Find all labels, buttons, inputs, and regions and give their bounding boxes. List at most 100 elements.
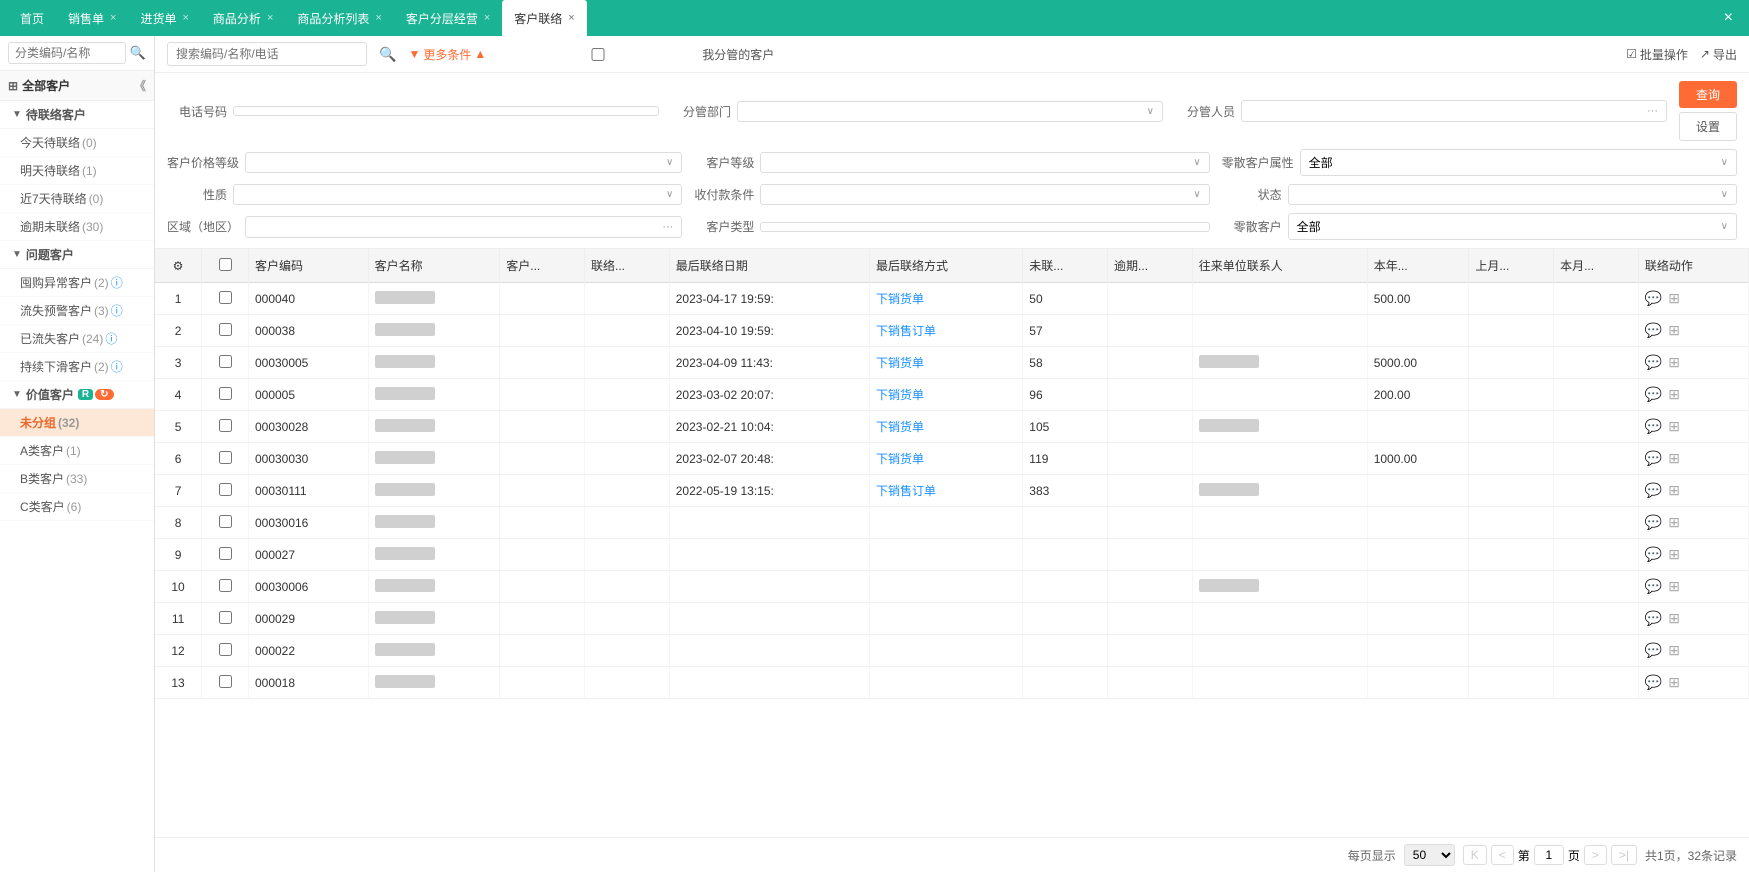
customer-type-input[interactable] — [760, 222, 1209, 232]
chat-icon[interactable]: 💬 — [1645, 514, 1662, 531]
sidebar-item-declining[interactable]: 持续下滑客户 (2) ⓘ — [0, 353, 154, 381]
grid-action-icon[interactable]: ⊞ — [1668, 354, 1680, 371]
close-sales-icon[interactable]: × — [110, 12, 116, 24]
sidebar-item-abnormal[interactable]: 囤购异常客户 (2) ⓘ — [0, 269, 154, 297]
col-settings[interactable]: ⚙ — [155, 249, 202, 283]
sidebar-item-class-b[interactable]: B类客户 (33) — [0, 465, 154, 493]
row-checkbox[interactable] — [202, 283, 249, 315]
sidebar-item-overdue[interactable]: 逾期未联络 (30) — [0, 213, 154, 241]
grid-action-icon[interactable]: ⊞ — [1668, 386, 1680, 403]
row-checkbox[interactable] — [202, 635, 249, 667]
customer-level-input[interactable]: ∨ — [760, 152, 1209, 173]
grid-action-icon[interactable]: ⊞ — [1668, 290, 1680, 307]
row-checkbox[interactable] — [202, 603, 249, 635]
my-customers-checkbox[interactable] — [498, 48, 698, 61]
row-checkbox[interactable] — [202, 507, 249, 539]
sidebar-item-class-c[interactable]: C类客户 (6) — [0, 493, 154, 521]
row-checkbox[interactable] — [202, 443, 249, 475]
last-method-link[interactable]: 下销货单 — [876, 420, 924, 434]
last-method-link[interactable]: 下销货单 — [876, 452, 924, 466]
sidebar-item-ungroup[interactable]: 未分组 (32) — [0, 409, 154, 437]
all-customers-header[interactable]: ⊞ 全部客户 《 — [0, 71, 154, 101]
home-tab[interactable]: 首页 — [8, 0, 56, 36]
export-button[interactable]: ↗ 导出 — [1700, 46, 1737, 63]
close-all-button[interactable]: × — [1716, 9, 1741, 27]
more-conditions-button[interactable]: ▼ 更多条件 ▲ — [408, 46, 486, 63]
payment-input[interactable]: ∨ — [760, 184, 1209, 205]
row-checkbox[interactable] — [202, 667, 249, 699]
close-customer-contact-icon[interactable]: × — [568, 12, 574, 24]
page-input[interactable] — [1534, 845, 1564, 865]
grid-action-icon[interactable]: ⊞ — [1668, 514, 1680, 531]
dept-input[interactable]: ∨ — [737, 101, 1163, 122]
close-product-list-icon[interactable]: × — [375, 12, 381, 24]
settings-icon[interactable]: ⚙ — [173, 259, 184, 273]
grid-action-icon[interactable]: ⊞ — [1668, 610, 1680, 627]
close-customer-segment-icon[interactable]: × — [484, 12, 490, 24]
last-method-link[interactable]: 下销售订单 — [876, 324, 936, 338]
row-checkbox[interactable] — [202, 347, 249, 379]
chat-icon[interactable]: 💬 — [1645, 546, 1662, 563]
row-checkbox[interactable] — [202, 411, 249, 443]
tab-customer-contact[interactable]: 客户联络 × — [502, 0, 586, 36]
grid-action-icon[interactable]: ⊞ — [1668, 674, 1680, 691]
my-customers-filter[interactable]: 我分管的客户 — [498, 46, 774, 63]
chat-icon[interactable]: 💬 — [1645, 642, 1662, 659]
sidebar-group-pending[interactable]: ▼ 待联络客户 — [0, 101, 154, 129]
batch-op-button[interactable]: ☑ 批量操作 — [1626, 46, 1688, 63]
page-size-select[interactable]: 50 100 200 — [1404, 844, 1455, 866]
retail-attr-input[interactable]: 全部 ∨ — [1300, 149, 1737, 176]
chat-icon[interactable]: 💬 — [1645, 418, 1662, 435]
col-checkbox[interactable] — [202, 249, 249, 283]
status-input[interactable]: ∨ — [1288, 184, 1737, 205]
prev-page-button[interactable]: < — [1491, 845, 1514, 865]
tab-customer-segment[interactable]: 客户分层经营 × — [394, 0, 502, 36]
sidebar-item-7days[interactable]: 近7天待联络 (0) — [0, 185, 154, 213]
sidebar-item-lost[interactable]: 已流失客户 (24) ⓘ — [0, 325, 154, 353]
search-button[interactable]: 🔍 — [379, 46, 396, 63]
close-product-analysis-icon[interactable]: × — [267, 12, 273, 24]
retail-input[interactable]: 全部 ∨ — [1288, 213, 1737, 240]
grid-action-icon[interactable]: ⊞ — [1668, 642, 1680, 659]
search-btn[interactable]: 查询 — [1679, 81, 1737, 108]
chat-icon[interactable]: 💬 — [1645, 610, 1662, 627]
tab-product-analysis[interactable]: 商品分析 × — [201, 0, 285, 36]
region-input[interactable]: ··· — [245, 216, 682, 238]
chat-icon[interactable]: 💬 — [1645, 482, 1662, 499]
sidebar-group-value[interactable]: ▼ 价值客户 R ↻ — [0, 381, 154, 409]
chat-icon[interactable]: 💬 — [1645, 450, 1662, 467]
last-method-link[interactable]: 下销售订单 — [876, 484, 936, 498]
chat-icon[interactable]: 💬 — [1645, 354, 1662, 371]
first-page-button[interactable]: K — [1463, 845, 1487, 865]
last-method-link[interactable]: 下销货单 — [876, 356, 924, 370]
phone-input[interactable] — [233, 106, 659, 116]
tab-purchase[interactable]: 进货单 × — [128, 0, 200, 36]
row-checkbox[interactable] — [202, 571, 249, 603]
price-level-input[interactable]: ∨ — [245, 152, 682, 173]
sidebar-group-problem[interactable]: ▼ 问题客户 — [0, 241, 154, 269]
row-checkbox[interactable] — [202, 315, 249, 347]
chat-icon[interactable]: 💬 — [1645, 386, 1662, 403]
row-checkbox[interactable] — [202, 539, 249, 571]
grid-action-icon[interactable]: ⊞ — [1668, 450, 1680, 467]
grid-action-icon[interactable]: ⊞ — [1668, 418, 1680, 435]
select-all-checkbox[interactable] — [219, 258, 232, 271]
sidebar-item-attrition-warning[interactable]: 流失预警客户 (3) ⓘ — [0, 297, 154, 325]
close-purchase-icon[interactable]: × — [182, 12, 188, 24]
chat-icon[interactable]: 💬 — [1645, 674, 1662, 691]
nature-input[interactable]: ∨ — [233, 184, 682, 205]
chat-icon[interactable]: 💬 — [1645, 290, 1662, 307]
grid-action-icon[interactable]: ⊞ — [1668, 546, 1680, 563]
last-method-link[interactable]: 下销货单 — [876, 388, 924, 402]
row-checkbox[interactable] — [202, 379, 249, 411]
chat-icon[interactable]: 💬 — [1645, 322, 1662, 339]
chat-icon[interactable]: 💬 — [1645, 578, 1662, 595]
last-method-link[interactable]: 下销货单 — [876, 292, 924, 306]
tab-sales[interactable]: 销售单 × — [56, 0, 128, 36]
search-input[interactable] — [167, 42, 367, 66]
reset-btn[interactable]: 设置 — [1679, 112, 1737, 141]
grid-action-icon[interactable]: ⊞ — [1668, 322, 1680, 339]
last-page-button[interactable]: >| — [1611, 845, 1637, 865]
grid-action-icon[interactable]: ⊞ — [1668, 578, 1680, 595]
grid-action-icon[interactable]: ⊞ — [1668, 482, 1680, 499]
